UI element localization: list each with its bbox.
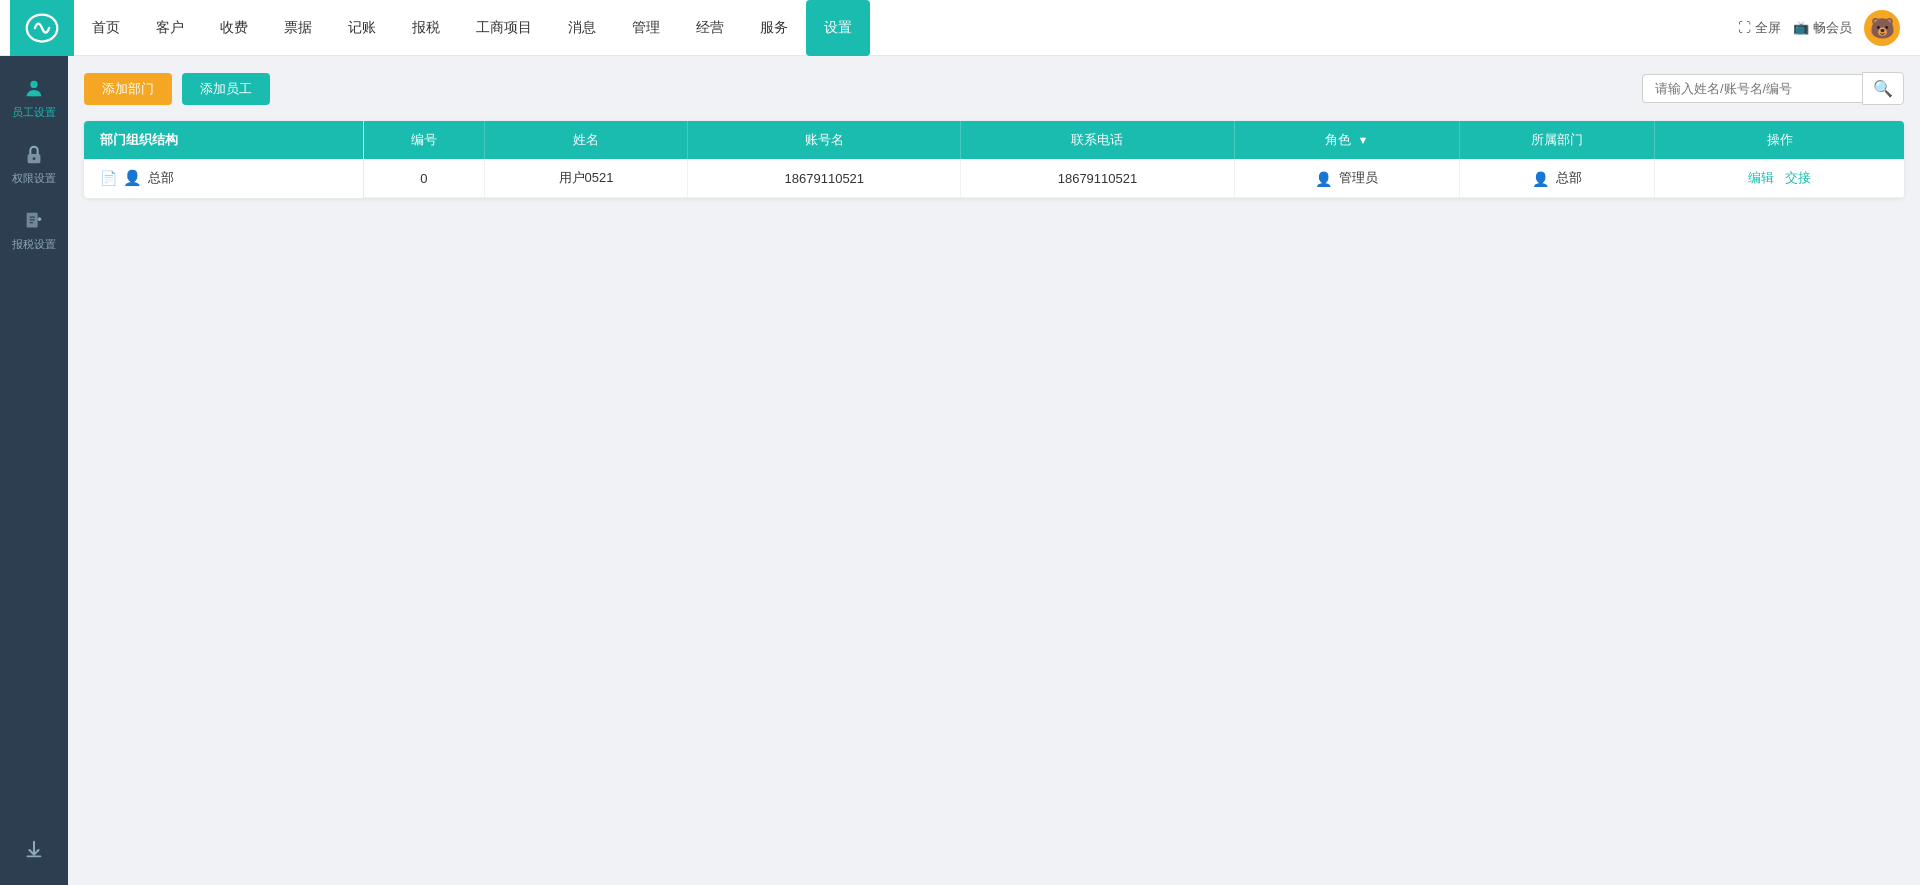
cell-action: 编辑 交接 [1655,159,1904,198]
add-dept-button[interactable]: 添加部门 [84,73,172,105]
col-header-phone: 联系电话 [961,121,1234,159]
cell-id: 0 [364,159,484,198]
nav-bookkeeping[interactable]: 记账 [330,0,394,56]
content-area: 添加部门 添加员工 🔍 部门组织结构 📄 👤 总部 [68,56,1920,885]
col-header-name: 姓名 [484,121,688,159]
sidebar-item-tax-settings[interactable]: 报税设置 [0,198,68,264]
svg-rect-6 [29,219,35,220]
sidebar-label-tax: 报税设置 [12,237,56,252]
nav-manage[interactable]: 管理 [614,0,678,56]
toolbar: 添加部门 添加员工 🔍 [84,72,1904,105]
role-user-icon: 👤 [1315,171,1332,187]
sidebar-item-download[interactable] [0,827,68,873]
col-header-account: 账号名 [688,121,961,159]
dept-tree-item[interactable]: 📄 👤 总部 [84,159,363,197]
cell-account: 18679110521 [688,159,961,198]
svg-rect-7 [29,222,33,223]
cell-name: 用户0521 [484,159,688,198]
edit-link[interactable]: 编辑 [1748,170,1774,185]
sidebar-label-employee: 员工设置 [12,105,56,120]
dept-name: 总部 [148,169,174,187]
nav-business[interactable]: 工商项目 [458,0,550,56]
add-employee-button[interactable]: 添加员工 [182,73,270,105]
svg-rect-8 [27,856,42,858]
cell-phone: 18679110521 [961,159,1234,198]
person-icon [23,78,45,100]
sidebar-label-permission: 权限设置 [12,171,56,186]
search-button[interactable]: 🔍 [1862,72,1904,105]
nav-items: 首页 客户 收费 票据 记账 报税 工商项目 消息 管理 经营 服务 设置 [74,0,1738,56]
member-button[interactable]: 📺 畅会员 [1793,19,1852,37]
nav-invoice[interactable]: 票据 [266,0,330,56]
svg-rect-1 [31,95,37,97]
nav-message[interactable]: 消息 [550,0,614,56]
user-dept-icon: 👤 [123,169,142,187]
cell-role: 👤 管理员 [1234,159,1459,198]
filter-icon: ▼ [1358,134,1369,146]
avatar[interactable]: 🐻 [1864,10,1900,46]
member-label: 畅会员 [1813,19,1852,37]
content-body: 部门组织结构 📄 👤 总部 编号 姓名 账号名 联系电话 [84,121,1904,198]
svg-point-3 [33,157,36,160]
nav-operation[interactable]: 经营 [678,0,742,56]
dept-tree-header: 部门组织结构 [84,121,363,159]
nav-settings[interactable]: 设置 [806,0,870,56]
file-icon: 📄 [100,170,117,186]
table-area: 编号 姓名 账号名 联系电话 角色 ▼ 所属部门 操作 [364,121,1904,198]
search-bar: 🔍 [1642,72,1904,105]
col-header-role[interactable]: 角色 ▼ [1234,121,1459,159]
transfer-link[interactable]: 交接 [1785,170,1811,185]
col-header-action: 操作 [1655,121,1904,159]
download-icon [23,839,45,861]
logo [10,0,74,56]
lock-icon [23,144,45,166]
col-header-dept: 所属部门 [1459,121,1654,159]
fullscreen-icon: ⛶ [1738,20,1751,35]
fullscreen-label: 全屏 [1755,19,1781,37]
sidebar-bottom [0,827,68,873]
fullscreen-button[interactable]: ⛶ 全屏 [1738,19,1781,37]
sidebar-item-employee[interactable]: 员工设置 [0,66,68,132]
main-layout: 员工设置 权限设置 报税设置 [0,56,1920,885]
sidebar-item-permission[interactable]: 权限设置 [0,132,68,198]
dept-tree: 部门组织结构 📄 👤 总部 [84,121,364,198]
search-input[interactable] [1642,74,1862,103]
member-icon: 📺 [1793,20,1809,35]
svg-point-0 [30,81,37,88]
dept-user-icon: 👤 [1532,171,1549,187]
nav-customer[interactable]: 客户 [138,0,202,56]
nav-home[interactable]: 首页 [74,0,138,56]
svg-rect-5 [29,216,35,217]
report-icon [23,210,45,232]
nav-right: ⛶ 全屏 📺 畅会员 🐻 [1738,10,1910,46]
nav-tax[interactable]: 报税 [394,0,458,56]
cell-dept: 👤 总部 [1459,159,1654,198]
table-row: 0 用户0521 18679110521 18679110521 👤 管理员 👤… [364,159,1904,198]
col-header-id: 编号 [364,121,484,159]
sidebar: 员工设置 权限设置 报税设置 [0,56,68,885]
employee-table: 编号 姓名 账号名 联系电话 角色 ▼ 所属部门 操作 [364,121,1904,198]
nav-service[interactable]: 服务 [742,0,806,56]
nav-fee[interactable]: 收费 [202,0,266,56]
top-navigation: 首页 客户 收费 票据 记账 报税 工商项目 消息 管理 经营 服务 设置 ⛶ … [0,0,1920,56]
